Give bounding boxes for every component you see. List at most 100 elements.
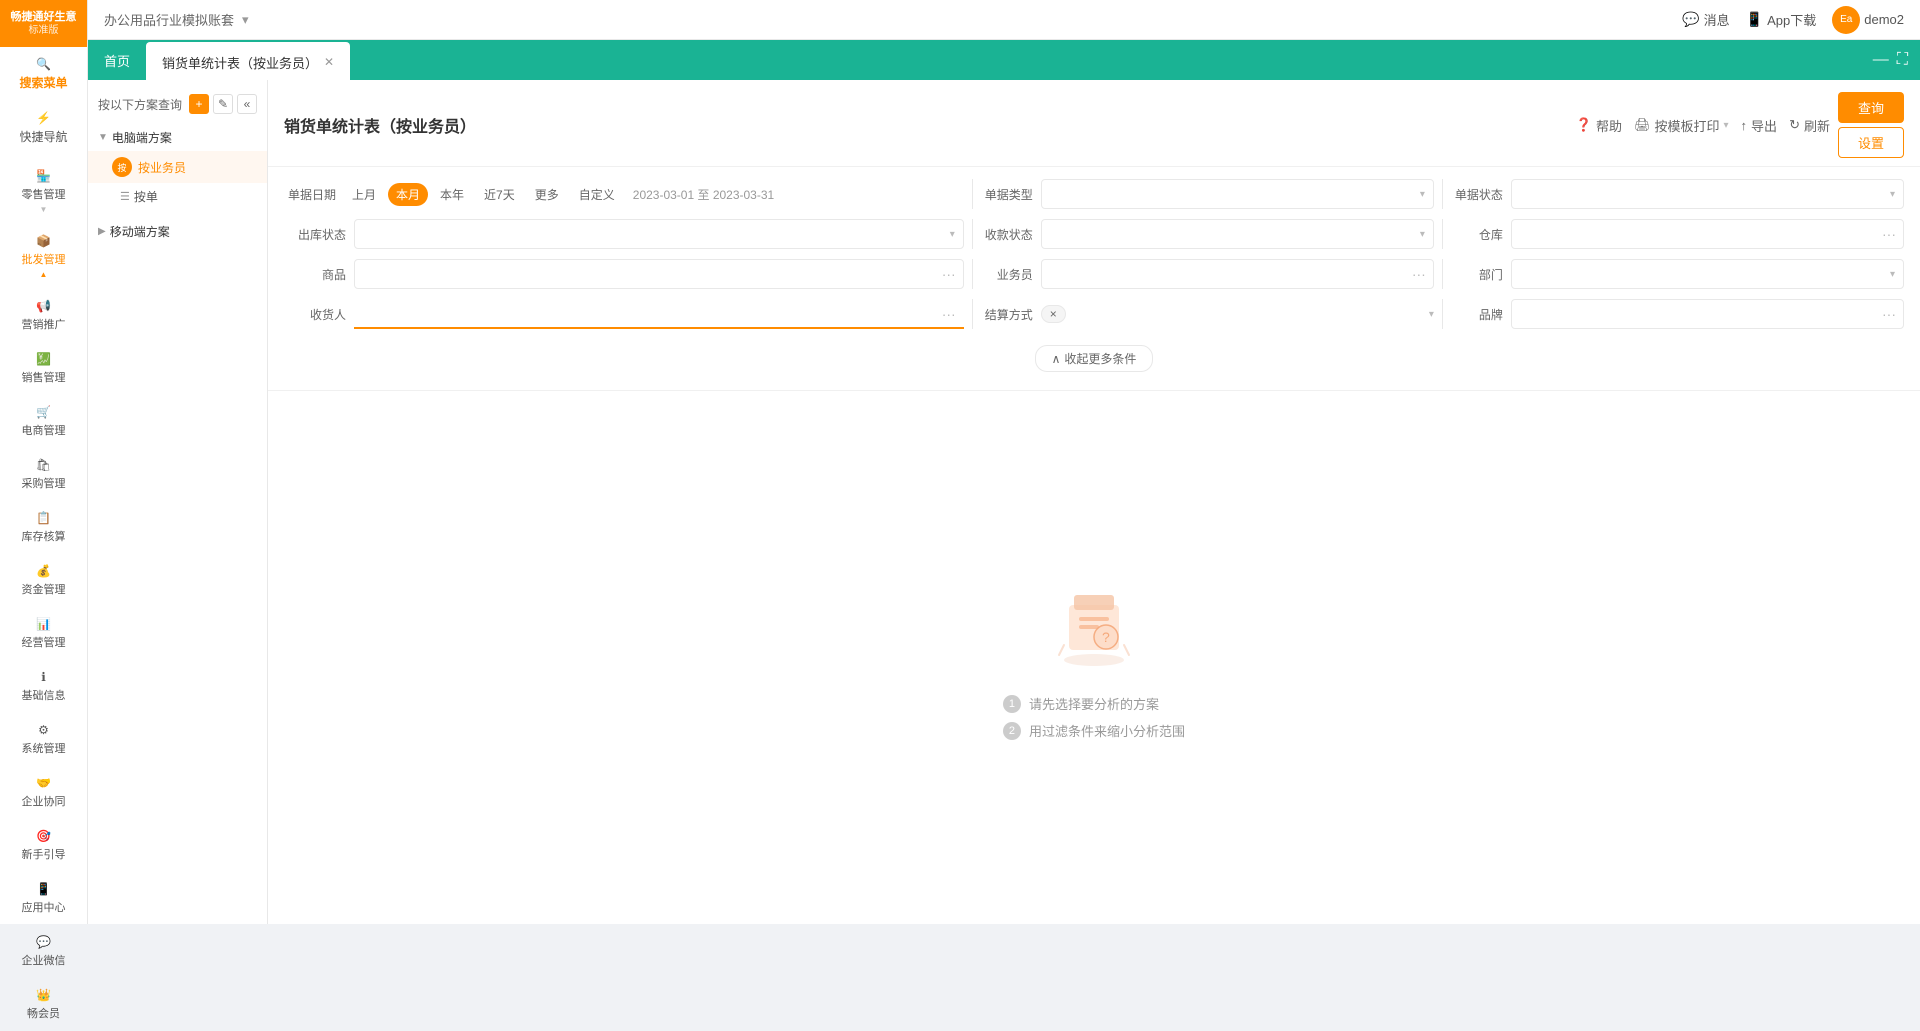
left-panel-title: 按以下方案查询 <box>98 96 182 113</box>
date-tab-this-month[interactable]: 本月 <box>388 183 428 206</box>
print-btn[interactable]: 🖨 按模板打印 ▾ <box>1634 116 1729 135</box>
newbie-icon: 🎯 <box>36 829 51 843</box>
staff-input[interactable] <box>1041 259 1434 289</box>
setting-button[interactable]: 设置 <box>1838 127 1904 158</box>
brand-input[interactable] <box>1511 299 1904 329</box>
sidebar-item-basic[interactable]: ℹ 基础信息 <box>0 660 87 713</box>
tree-sub-icon: ☰ <box>120 190 130 203</box>
app-download-btn[interactable]: 📱 App下载 <box>1746 10 1817 29</box>
refresh-btn[interactable]: ↻ 刷新 <box>1789 116 1830 135</box>
sidebar-item-wechat[interactable]: 💬 企业微信 <box>0 925 87 978</box>
tab-bar: 首页 销货单统计表（按业务员） ✕ — ⛶ <box>88 40 1920 80</box>
sidebar-item-finance[interactable]: 💰 资金管理 <box>0 554 87 607</box>
warehouse-input[interactable] <box>1511 219 1904 249</box>
message-icon: 💬 <box>1682 11 1699 28</box>
sidebar-item-system[interactable]: ⚙ 系统管理 <box>0 713 87 766</box>
apps-label: 应用中心 <box>22 899 66 915</box>
help-btn[interactable]: ❓ 帮助 <box>1576 116 1622 135</box>
brand-dots[interactable]: ··· <box>1882 306 1896 322</box>
sidebar-item-operations[interactable]: 📊 经营管理 <box>0 607 87 660</box>
username-label: demo2 <box>1864 12 1904 27</box>
doc-type-select[interactable]: ▾ <box>1041 179 1434 209</box>
marketing-icon: 📢 <box>36 299 51 313</box>
tree-item-by-staff[interactable]: 按 按业务员 <box>88 151 267 183</box>
header-actions: 💬 消息 📱 App下载 Ea demo2 <box>1682 6 1904 34</box>
receiver-input[interactable] <box>354 299 964 329</box>
tab-minimize-btn[interactable]: — <box>1873 51 1889 69</box>
sidebar-search[interactable]: 🔍 搜索菜单 <box>0 47 87 101</box>
staff-input-wrap: ··· <box>1041 259 1434 289</box>
sidebar-item-corp[interactable]: 🤝 企业协同 <box>0 766 87 819</box>
empty-tip-2: 2 用过滤条件来缩小分析范围 <box>1003 721 1185 740</box>
refresh-label: 刷新 <box>1804 116 1830 135</box>
date-tab-last-month[interactable]: 上月 <box>344 183 384 206</box>
out-status-select[interactable]: ▾ <box>354 219 964 249</box>
collapse-btn[interactable]: ∧ 收起更多条件 <box>1035 345 1154 372</box>
tree-group-mobile-header[interactable]: ▶ 移动端方案 <box>88 218 267 245</box>
sidebar-item-member[interactable]: 👑 畅会员 <box>0 978 87 1031</box>
sidebar-item-retail[interactable]: 🏪 零售管理 ▼ <box>0 159 87 224</box>
date-tab-custom[interactable]: 自定义 <box>571 183 623 206</box>
date-tab-7days[interactable]: 近7天 <box>476 183 523 206</box>
breadcrumb-dropdown-icon[interactable]: ▾ <box>242 12 249 28</box>
sidebar-item-wholesale[interactable]: 📦 批发管理 ▲ <box>0 224 87 289</box>
export-icon: ↑ <box>1741 118 1748 133</box>
goods-dots[interactable]: ··· <box>942 266 956 282</box>
tab-close-icon[interactable]: ✕ <box>324 55 334 69</box>
print-label: 按模板打印 <box>1655 116 1720 135</box>
refresh-icon: ↻ <box>1789 117 1800 133</box>
wechat-icon: 💬 <box>36 935 51 949</box>
message-btn[interactable]: 💬 消息 <box>1682 10 1729 29</box>
dept-select[interactable]: ▾ <box>1511 259 1904 289</box>
receipt-status-select[interactable]: ▾ <box>1041 219 1434 249</box>
date-tab-more[interactable]: 更多 <box>527 183 567 206</box>
out-status-input-wrap: ▾ <box>354 219 964 249</box>
goods-input[interactable] <box>354 259 964 289</box>
user-area[interactable]: Ea demo2 <box>1832 6 1904 34</box>
sidebar-quick-nav[interactable]: ⚡ 零售管理 快捷导航 <box>0 101 87 155</box>
filter-goods: 商品 ··· <box>284 259 964 289</box>
page-title: 销货单统计表（按业务员） <box>284 113 476 137</box>
sidebar-item-sales[interactable]: 💹 销售管理 <box>0 342 87 395</box>
tab-home[interactable]: 首页 <box>88 40 146 80</box>
filter-warehouse: 仓库 ··· <box>1451 219 1904 249</box>
tree-group-desktop-header[interactable]: ▼ 电脑端方案 <box>88 124 267 151</box>
doc-status-label: 单据状态 <box>1451 186 1511 203</box>
receiver-dots[interactable]: ··· <box>942 306 956 322</box>
doc-status-select[interactable]: ▾ <box>1511 179 1904 209</box>
tree-item-by-order[interactable]: ☰ 按单 <box>88 183 267 210</box>
sidebar-item-marketing[interactable]: 📢 营销推广 <box>0 289 87 342</box>
inventory-icon: 📋 <box>36 511 51 525</box>
filter-receipt-status: 收款状态 ▾ <box>981 219 1434 249</box>
query-button[interactable]: 查询 <box>1838 92 1904 123</box>
date-tab-this-year[interactable]: 本年 <box>432 183 472 206</box>
collapse-panel-btn[interactable]: « <box>237 94 257 114</box>
warehouse-dots[interactable]: ··· <box>1882 226 1896 242</box>
payment-tag-close[interactable]: × <box>1050 307 1057 321</box>
retail-icon: 🏪 <box>36 169 51 183</box>
tree-arrow-down: ▼ <box>98 132 108 143</box>
staff-dots[interactable]: ··· <box>1412 266 1426 282</box>
page-title-bar: 销货单统计表（按业务员） ❓ 帮助 🖨 按模板打印 ▾ ↑ <box>268 80 1920 167</box>
export-btn[interactable]: ↑ 导出 <box>1741 116 1778 135</box>
home-tab-label: 首页 <box>104 51 130 70</box>
left-panel-actions: + ✎ « <box>189 94 257 114</box>
breadcrumb-text: 办公用品行业模拟账套 <box>104 10 234 29</box>
sidebar-item-apps[interactable]: 📱 应用中心 <box>0 872 87 925</box>
sidebar-item-ecommerce[interactable]: 🛒 电商管理 <box>0 395 87 448</box>
sidebar-item-newbie[interactable]: 🎯 新手引导 <box>0 819 87 872</box>
sidebar-item-purchase[interactable]: 🛍 采购管理 <box>0 448 87 501</box>
sales-label: 销售管理 <box>22 369 66 385</box>
filter-staff: 业务员 ··· <box>981 259 1434 289</box>
add-scheme-btn[interactable]: + <box>189 94 209 114</box>
goods-input-wrap: ··· <box>354 259 964 289</box>
search-icon: 🔍 <box>36 57 51 71</box>
edit-scheme-btn[interactable]: ✎ <box>213 94 233 114</box>
marketing-label: 营销推广 <box>22 316 66 332</box>
filter-row-1: 单据日期 上月 本月 本年 近7天 更多 自定义 2023-03-01 至 20… <box>284 179 1904 209</box>
breadcrumb-area: 办公用品行业模拟账套 ▾ <box>104 10 249 29</box>
tab-sales-stat[interactable]: 销货单统计表（按业务员） ✕ <box>146 42 350 82</box>
tab-expand-btn[interactable]: ⛶ <box>1897 51 1908 69</box>
sidebar-item-inventory[interactable]: 📋 库存核算 <box>0 501 87 554</box>
quick-nav-icon: ⚡ <box>36 111 51 125</box>
